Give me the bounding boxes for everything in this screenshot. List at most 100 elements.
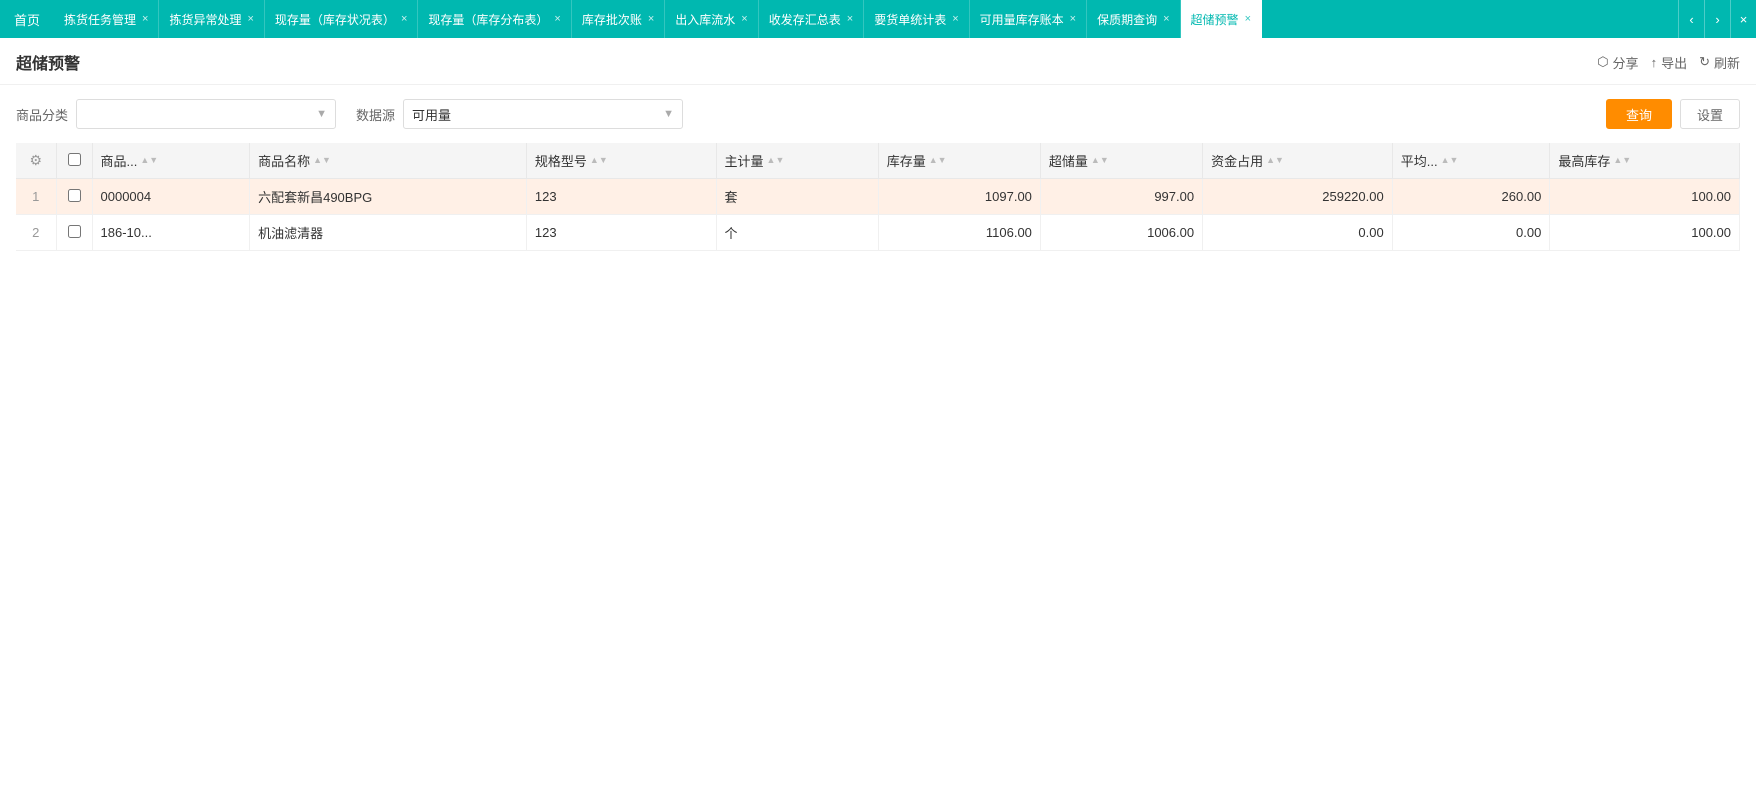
page-title: 超储预警 [16,50,80,74]
nav-tab-10[interactable]: 保质期查询 × [1087,0,1180,38]
col-stock[interactable]: 库存量 ▲▼ [878,143,1040,179]
gear-icon[interactable]: ⚙ [29,152,42,168]
refresh-button[interactable]: ↻ 刷新 [1699,53,1740,72]
share-button[interactable]: ⬡ 分享 [1597,53,1638,72]
col-capital[interactable]: 资金占用 ▲▼ [1203,143,1393,179]
select-all-checkbox[interactable] [68,153,81,166]
nav-tab-5[interactable]: 库存批次账 × [572,0,665,38]
filter-actions: 查询 设置 [1606,99,1740,129]
row-number: 2 [16,215,56,251]
page-container: 超储预警 ⬡ 分享 ↑ 导出 ↻ 刷新 商品分类 ▼ 数据源 [0,38,1756,800]
stock: 1106.00 [878,215,1040,251]
nav-next-button[interactable]: › [1704,0,1730,38]
data-table: ⚙ 商品... ▲▼ 商品名称 ▲▼ [16,143,1740,251]
share-icon: ⬡ [1597,54,1608,70]
close-icon[interactable]: × [741,13,747,25]
nav-tab-6[interactable]: 出入库流水 × [665,0,758,38]
table-wrapper: ⚙ 商品... ▲▼ 商品名称 ▲▼ [0,143,1756,267]
datasource-value: 可用量 [412,105,451,124]
datasource-label: 数据源 [356,105,395,124]
row-checkbox[interactable] [68,189,81,202]
close-icon[interactable]: × [847,13,853,25]
close-icon[interactable]: × [142,13,148,25]
header-actions: ⬡ 分享 ↑ 导出 ↻ 刷新 [1597,53,1740,72]
chevron-down-icon: ▼ [316,108,327,120]
col-settings: ⚙ [16,143,56,179]
spec: 123 [526,215,716,251]
close-icon[interactable]: × [554,13,560,25]
close-icon[interactable]: × [1163,13,1169,25]
row-number: 1 [16,179,56,215]
category-label: 商品分类 [16,105,68,124]
close-icon[interactable]: × [648,13,654,25]
row-checkbox[interactable] [68,225,81,238]
close-icon[interactable]: × [247,13,253,25]
nav-tab-2[interactable]: 拣货异常处理 × [159,0,264,38]
nav-arrows: ‹ › × [1678,0,1756,38]
set-button[interactable]: 设置 [1680,99,1740,129]
col-product-name[interactable]: 商品名称 ▲▼ [250,143,527,179]
col-spec[interactable]: 规格型号 ▲▼ [526,143,716,179]
col-over-stock[interactable]: 超储量 ▲▼ [1040,143,1202,179]
sort-icon: ▲▼ [929,156,947,165]
nav-tab-9[interactable]: 可用量库存账本 × [970,0,1087,38]
unit: 个 [716,215,878,251]
close-icon[interactable]: × [1245,13,1251,25]
datasource-select[interactable]: 可用量 ▼ [403,99,683,129]
nav-close-button[interactable]: × [1730,0,1756,38]
avg: 260.00 [1392,179,1550,215]
row-checkbox-cell [56,215,92,251]
over-stock: 997.00 [1040,179,1202,215]
col-product-code[interactable]: 商品... ▲▼ [92,143,250,179]
col-checkbox [56,143,92,179]
stock: 1097.00 [878,179,1040,215]
table-body: 1 0000004 六配套新昌490BPG 123 套 1097.00 997.… [16,179,1740,251]
chevron-down-icon: ▼ [663,108,674,120]
filter-area: 商品分类 ▼ 数据源 可用量 ▼ 查询 设置 [0,85,1756,143]
sort-icon: ▲▼ [1441,156,1459,165]
category-select[interactable]: ▼ [76,99,336,129]
category-filter: 商品分类 ▼ [16,99,336,129]
product-code: 0000004 [92,179,250,215]
spec: 123 [526,179,716,215]
nav-tab-8[interactable]: 要货单统计表 × [864,0,969,38]
refresh-icon: ↻ [1699,54,1710,70]
close-icon[interactable]: × [1070,13,1076,25]
nav-tab-11[interactable]: 超储预警 × [1181,0,1262,38]
top-nav: 首页 拣货任务管理 × 拣货异常处理 × 现存量（库存状况表） × 现存量（库存… [0,0,1756,38]
col-unit[interactable]: 主计量 ▲▼ [716,143,878,179]
nav-tab-4[interactable]: 现存量（库存分布表） × [418,0,571,38]
export-icon: ↑ [1651,55,1658,70]
sort-icon: ▲▼ [1613,156,1631,165]
row-checkbox-cell [56,179,92,215]
nav-prev-button[interactable]: ‹ [1678,0,1704,38]
nav-tab-1[interactable]: 拣货任务管理 × [54,0,159,38]
unit: 套 [716,179,878,215]
nav-tab-7[interactable]: 收发存汇总表 × [759,0,864,38]
sort-icon: ▲▼ [767,156,785,165]
export-button[interactable]: ↑ 导出 [1651,53,1688,72]
table-header-row: ⚙ 商品... ▲▼ 商品名称 ▲▼ [16,143,1740,179]
max-stock: 100.00 [1550,215,1740,251]
sort-icon: ▲▼ [590,156,608,165]
product-code: 186-10... [92,215,250,251]
close-icon[interactable]: × [401,13,407,25]
capital: 0.00 [1203,215,1393,251]
nav-tab-3[interactable]: 现存量（库存状况表） × [265,0,418,38]
nav-home[interactable]: 首页 [0,0,54,38]
table-row: 2 186-10... 机油滤清器 123 个 1106.00 1006.00 … [16,215,1740,251]
capital: 259220.00 [1203,179,1393,215]
product-name: 机油滤清器 [250,215,527,251]
query-button[interactable]: 查询 [1606,99,1672,129]
col-max-stock[interactable]: 最高库存 ▲▼ [1550,143,1740,179]
sort-icon: ▲▼ [313,156,331,165]
sort-icon: ▲▼ [140,156,158,165]
sort-icon: ▲▼ [1266,156,1284,165]
sort-icon: ▲▼ [1091,156,1109,165]
product-name: 六配套新昌490BPG [250,179,527,215]
col-avg[interactable]: 平均... ▲▼ [1392,143,1550,179]
close-icon[interactable]: × [952,13,958,25]
table-row: 1 0000004 六配套新昌490BPG 123 套 1097.00 997.… [16,179,1740,215]
datasource-filter: 数据源 可用量 ▼ [356,99,683,129]
page-header: 超储预警 ⬡ 分享 ↑ 导出 ↻ 刷新 [0,38,1756,85]
